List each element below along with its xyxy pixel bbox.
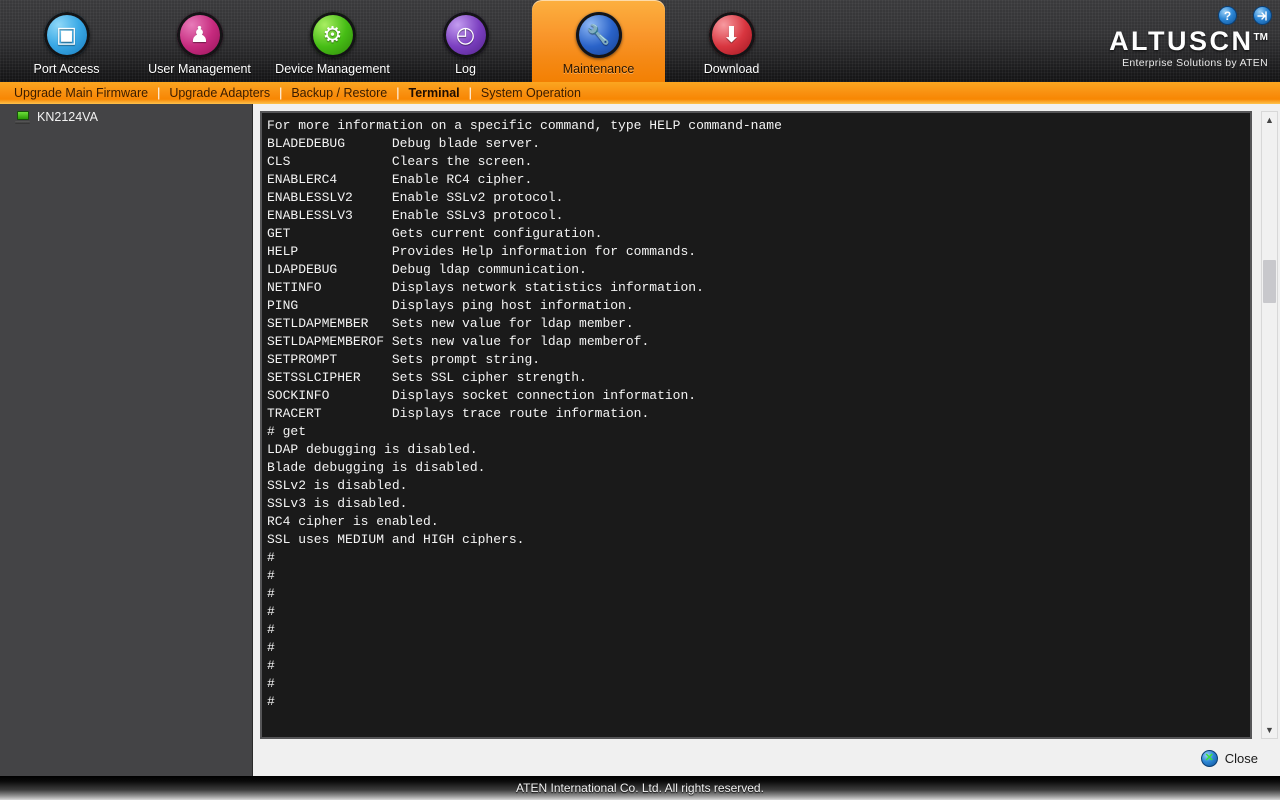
sub-navigation-bar: Upgrade Main Firmware | Upgrade Adapters | B… bbox=[0, 82, 1280, 104]
brand-trademark: TM bbox=[1253, 32, 1268, 43]
main-content-panel: For more information on a specific comma… bbox=[253, 104, 1280, 776]
terminal-line: HELP Provides Help information for comma… bbox=[267, 244, 697, 259]
subnav-item-system-operation[interactable]: System Operation bbox=[481, 86, 581, 100]
tab-icon-glyph: ⚙ bbox=[322, 22, 343, 47]
tab-maintenance[interactable]: 🔧 Maintenance bbox=[532, 0, 665, 82]
brand-tagline: Enterprise Solutions by ATEN bbox=[1122, 57, 1268, 69]
scroll-up-icon[interactable]: ▲ bbox=[1262, 112, 1277, 128]
download-tray-icon: ⬇ bbox=[708, 12, 755, 58]
tab-label: User Management bbox=[148, 62, 251, 76]
terminal-line: # bbox=[267, 640, 275, 655]
tab-download[interactable]: ⬇ Download bbox=[665, 0, 798, 82]
subnav-item-backup-restore[interactable]: Backup / Restore bbox=[291, 86, 387, 100]
terminal-line: # bbox=[267, 622, 275, 637]
tab-label: Port Access bbox=[33, 62, 100, 76]
terminal-line: # bbox=[267, 604, 275, 619]
application-window: ▣ Port Access ♟ User Management ⚙ Device Mana… bbox=[0, 0, 1280, 800]
terminal-scrollbar[interactable]: ▲ ▼ bbox=[1261, 111, 1278, 739]
close-button[interactable]: ✕ Close bbox=[1200, 750, 1258, 767]
terminal-line: SETLDAPMEMBER Sets new value for ldap me… bbox=[267, 316, 634, 331]
terminal-line: ENABLESSLV2 Enable SSLv2 protocol. bbox=[267, 190, 564, 205]
terminal-line: SETSSLCIPHER Sets SSL cipher strength. bbox=[267, 370, 587, 385]
tab-device-management[interactable]: ⚙ Device Management bbox=[266, 0, 399, 82]
subnav-separator: | bbox=[279, 86, 283, 100]
tab-user-management[interactable]: ♟ User Management bbox=[133, 0, 266, 82]
gear-device-icon: ⚙ bbox=[309, 12, 356, 58]
terminal-line: SETLDAPMEMBEROF Sets new value for ldap … bbox=[267, 334, 650, 349]
terminal-line: SOCKINFO Displays socket connection info… bbox=[267, 388, 697, 403]
tab-log[interactable]: ◴ Log bbox=[399, 0, 532, 82]
sidebar-device-tree: KN2124VA bbox=[0, 104, 253, 776]
close-icon: ✕ bbox=[1200, 750, 1218, 767]
tab-port-access[interactable]: ▣ Port Access bbox=[0, 0, 133, 82]
terminal-line: # bbox=[267, 676, 275, 691]
tab-icon-glyph: ♟ bbox=[189, 22, 210, 47]
terminal-line: ENABLERC4 Enable RC4 cipher. bbox=[267, 172, 533, 187]
scrollbar-thumb[interactable] bbox=[1263, 260, 1276, 303]
tab-label: Device Management bbox=[275, 62, 390, 76]
terminal-line: # bbox=[267, 568, 275, 583]
logout-icon[interactable] bbox=[1253, 6, 1272, 25]
terminal-line: CLS Clears the screen. bbox=[267, 154, 533, 169]
terminal-line: SSLv3 is disabled. bbox=[267, 496, 408, 511]
terminal-line: SSLv2 is disabled. bbox=[267, 478, 408, 493]
terminal-line: ENABLESSLV3 Enable SSLv3 protocol. bbox=[267, 208, 564, 223]
terminal-line: Blade debugging is disabled. bbox=[267, 460, 486, 475]
subnav-item-upgrade-main-firmware[interactable]: Upgrade Main Firmware bbox=[14, 86, 148, 100]
help-icon[interactable]: ? bbox=[1218, 6, 1237, 25]
terminal-line: # bbox=[267, 550, 275, 565]
terminal-line: LDAP debugging is disabled. bbox=[267, 442, 478, 457]
footer-bar: ATEN International Co. Ltd. All rights r… bbox=[0, 776, 1280, 800]
brand-name-text: ALTUSCN bbox=[1109, 26, 1254, 56]
header-bar: ▣ Port Access ♟ User Management ⚙ Device Mana… bbox=[0, 0, 1280, 82]
terminal-line: GET Gets current configuration. bbox=[267, 226, 603, 241]
terminal-panel[interactable]: For more information on a specific comma… bbox=[260, 111, 1252, 739]
terminal-line: BLADEDEBUG Debug blade server. bbox=[267, 136, 541, 151]
terminal-line: TRACERT Displays trace route information… bbox=[267, 406, 650, 421]
close-button-label: Close bbox=[1224, 751, 1258, 766]
main-tab-bar: ▣ Port Access ♟ User Management ⚙ Device Mana… bbox=[0, 0, 798, 82]
subnav-separator: | bbox=[157, 86, 161, 100]
monitor-cursor-icon: ▣ bbox=[43, 12, 90, 58]
terminal-line: For more information on a specific comma… bbox=[267, 118, 782, 133]
sidebar-item-kn2124va[interactable]: KN2124VA bbox=[0, 104, 252, 124]
tab-label: Download bbox=[703, 62, 760, 76]
terminal-line: NETINFO Displays network statistics info… bbox=[267, 280, 704, 295]
subnav-item-terminal[interactable]: Terminal bbox=[408, 86, 459, 100]
brand-name: ALTUSCNTM bbox=[1109, 28, 1268, 55]
terminal-line: SETPROMPT Sets prompt string. bbox=[267, 352, 541, 367]
tab-label: Log bbox=[455, 62, 476, 76]
copyright-text: ATEN International Co. Ltd. All rights r… bbox=[516, 781, 764, 795]
scroll-down-icon[interactable]: ▼ bbox=[1262, 722, 1277, 738]
tab-icon-glyph: ◴ bbox=[455, 22, 476, 47]
wrench-disc-icon: 🔧 bbox=[575, 12, 622, 58]
subnav-separator: | bbox=[396, 86, 400, 100]
tab-icon-glyph: ⬇ bbox=[722, 22, 741, 47]
header-utility-icons: ? bbox=[1218, 6, 1272, 25]
subnav-item-upgrade-adapters[interactable]: Upgrade Adapters bbox=[169, 86, 270, 100]
terminal-line: # bbox=[267, 658, 275, 673]
tab-label: Maintenance bbox=[562, 62, 635, 76]
terminal-line: # get bbox=[267, 424, 307, 439]
users-icon: ♟ bbox=[176, 12, 223, 58]
tab-icon-glyph: ▣ bbox=[56, 22, 77, 47]
terminal-output: For more information on a specific comma… bbox=[262, 113, 1250, 737]
terminal-line: # bbox=[267, 586, 275, 601]
brand-logo: ALTUSCNTM Enterprise Solutions by ATEN bbox=[1109, 28, 1268, 70]
sidebar-item-label: KN2124VA bbox=[37, 110, 98, 124]
tab-icon-glyph: 🔧 bbox=[586, 24, 611, 46]
subnav-separator: | bbox=[468, 86, 472, 100]
terminal-line: SSL uses MEDIUM and HIGH ciphers. bbox=[267, 532, 525, 547]
device-monitor-icon bbox=[15, 110, 30, 124]
terminal-line: LDAPDEBUG Debug ldap communication. bbox=[267, 262, 587, 277]
terminal-line: RC4 cipher is enabled. bbox=[267, 514, 439, 529]
terminal-line: PING Displays ping host information. bbox=[267, 298, 634, 313]
clock-document-icon: ◴ bbox=[442, 12, 489, 58]
terminal-line: # bbox=[267, 694, 275, 709]
